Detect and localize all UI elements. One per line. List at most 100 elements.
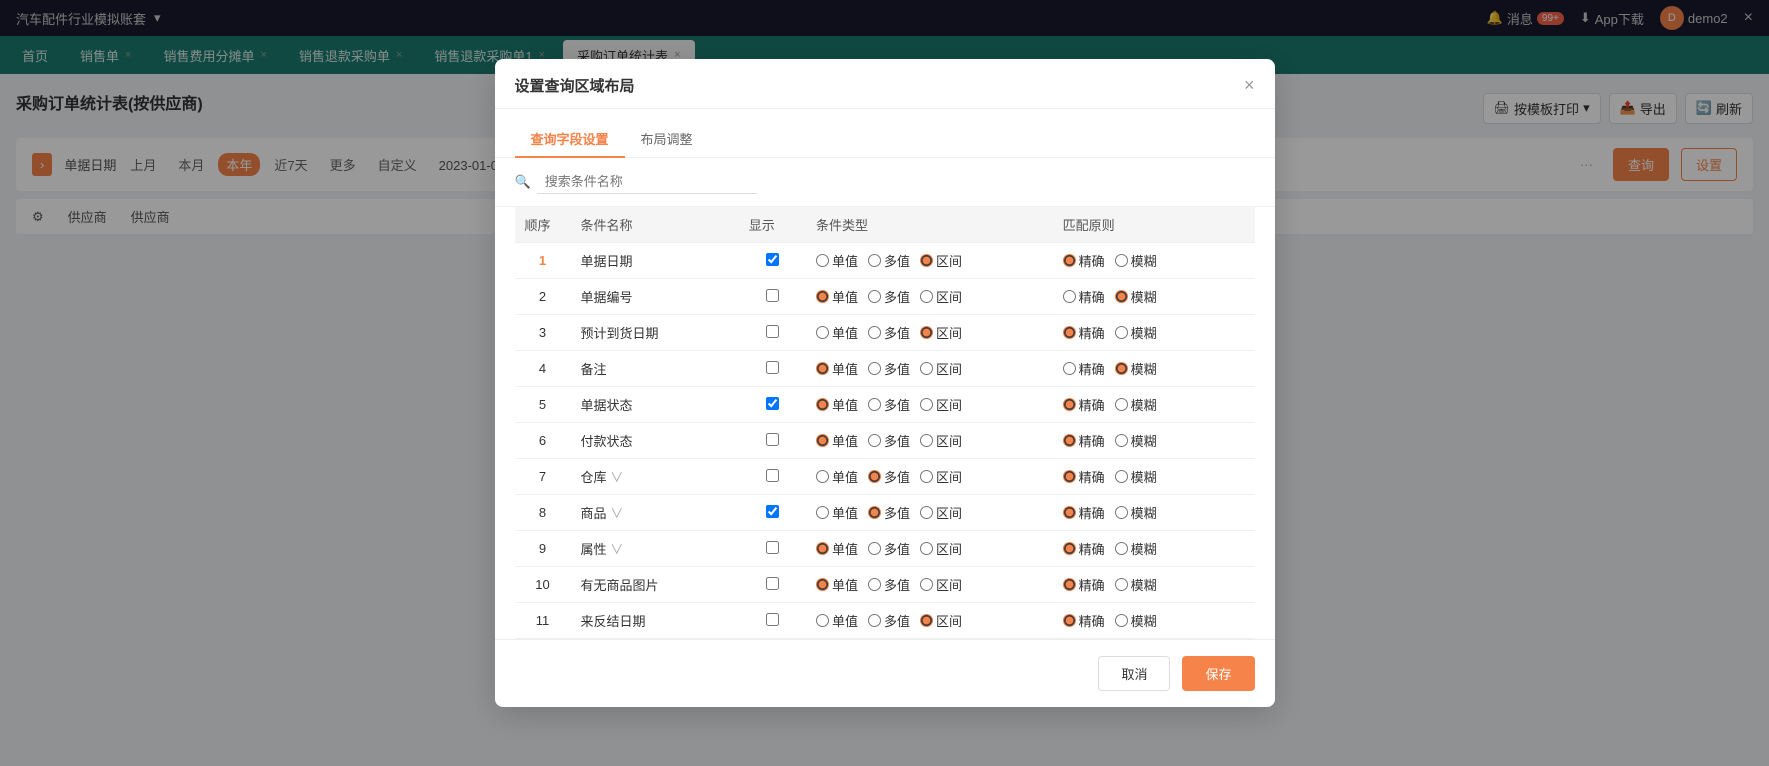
cell-match: 精确模糊 <box>1053 531 1255 567</box>
dialog-close-btn[interactable]: × <box>1244 75 1255 96</box>
radio-type-区间[interactable]: 区间 <box>920 431 962 450</box>
cell-type: 单值多值区间 <box>806 387 1053 423</box>
radio-type-多值[interactable]: 多值 <box>868 467 910 486</box>
show-checkbox[interactable] <box>766 361 779 374</box>
radio-type-多值[interactable]: 多值 <box>868 395 910 414</box>
radio-type-区间[interactable]: 区间 <box>920 503 962 522</box>
radio-type-区间[interactable]: 区间 <box>920 611 962 630</box>
save-btn[interactable]: 保存 <box>1182 656 1254 691</box>
cell-order: 1 <box>515 243 571 279</box>
show-checkbox[interactable] <box>766 289 779 302</box>
cell-type: 单值多值区间 <box>806 243 1053 279</box>
cell-match: 精确模糊 <box>1053 459 1255 495</box>
radio-type-区间[interactable]: 区间 <box>920 251 962 270</box>
cell-type: 单值多值区间 <box>806 567 1053 603</box>
radio-type-多值[interactable]: 多值 <box>868 251 910 270</box>
radio-type-多值[interactable]: 多值 <box>868 323 910 342</box>
cell-name: 单据状态 <box>571 387 739 423</box>
radio-match-精确[interactable]: 精确 <box>1063 431 1105 450</box>
search-input[interactable] <box>537 170 757 194</box>
radio-match-模糊[interactable]: 模糊 <box>1115 323 1157 342</box>
cell-match: 精确模糊 <box>1053 567 1255 603</box>
radio-match-精确[interactable]: 精确 <box>1063 503 1105 522</box>
show-checkbox[interactable] <box>766 253 779 266</box>
radio-match-精确[interactable]: 精确 <box>1063 539 1105 558</box>
radio-type-单值[interactable]: 单值 <box>816 287 858 306</box>
radio-type-多值[interactable]: 多值 <box>868 611 910 630</box>
radio-type-多值[interactable]: 多值 <box>868 431 910 450</box>
cell-type: 单值多值区间 <box>806 423 1053 459</box>
radio-match-精确[interactable]: 精确 <box>1063 611 1105 630</box>
radio-match-精确[interactable]: 精确 <box>1063 251 1105 270</box>
cell-order: 10 <box>515 567 571 603</box>
radio-type-区间[interactable]: 区间 <box>920 575 962 594</box>
cell-type: 单值多值区间 <box>806 531 1053 567</box>
radio-type-区间[interactable]: 区间 <box>920 395 962 414</box>
radio-type-单值[interactable]: 单值 <box>816 467 858 486</box>
radio-type-单值[interactable]: 单值 <box>816 251 858 270</box>
dialog-overlay: 设置查询区域布局 × 查询字段设置 布局调整 🔍 顺序 条件名称 <box>0 0 1769 766</box>
radio-type-多值[interactable]: 多值 <box>868 575 910 594</box>
radio-type-单值[interactable]: 单值 <box>816 503 858 522</box>
show-checkbox[interactable] <box>766 505 779 518</box>
table-row: 1单据日期单值多值区间精确模糊 <box>515 243 1255 279</box>
cancel-btn[interactable]: 取消 <box>1098 656 1170 691</box>
show-checkbox[interactable] <box>766 577 779 590</box>
radio-match-模糊[interactable]: 模糊 <box>1115 431 1157 450</box>
expand-icon[interactable]: ∨ <box>610 470 623 485</box>
cell-show <box>739 459 806 495</box>
radio-match-模糊[interactable]: 模糊 <box>1115 503 1157 522</box>
radio-match-精确[interactable]: 精确 <box>1063 395 1105 414</box>
radio-type-单值[interactable]: 单值 <box>816 431 858 450</box>
radio-type-区间[interactable]: 区间 <box>920 359 962 378</box>
radio-match-模糊[interactable]: 模糊 <box>1115 575 1157 594</box>
show-checkbox[interactable] <box>766 613 779 626</box>
expand-icon[interactable]: ∨ <box>610 542 623 557</box>
table-row: 7仓库 ∨单值多值区间精确模糊 <box>515 459 1255 495</box>
radio-match-模糊[interactable]: 模糊 <box>1115 467 1157 486</box>
radio-type-多值[interactable]: 多值 <box>868 287 910 306</box>
radio-type-区间[interactable]: 区间 <box>920 467 962 486</box>
tab-layout-adjust[interactable]: 布局调整 <box>625 121 709 158</box>
table-row: 4备注单值多值区间精确模糊 <box>515 351 1255 387</box>
expand-icon[interactable]: ∨ <box>610 506 623 521</box>
show-checkbox[interactable] <box>766 397 779 410</box>
th-match: 匹配原则 <box>1053 207 1255 243</box>
cell-name: 单据日期 <box>571 243 739 279</box>
radio-type-单值[interactable]: 单值 <box>816 611 858 630</box>
radio-type-单值[interactable]: 单值 <box>816 539 858 558</box>
radio-type-多值[interactable]: 多值 <box>868 539 910 558</box>
cell-show <box>739 603 806 639</box>
radio-match-精确[interactable]: 精确 <box>1063 467 1105 486</box>
show-checkbox[interactable] <box>766 541 779 554</box>
show-checkbox[interactable] <box>766 433 779 446</box>
radio-match-模糊[interactable]: 模糊 <box>1115 287 1157 306</box>
cell-name: 备注 <box>571 351 739 387</box>
cell-order: 11 <box>515 603 571 639</box>
show-checkbox[interactable] <box>766 325 779 338</box>
radio-match-模糊[interactable]: 模糊 <box>1115 251 1157 270</box>
radio-type-区间[interactable]: 区间 <box>920 323 962 342</box>
table-row: 2单据编号单值多值区间精确模糊 <box>515 279 1255 315</box>
radio-match-模糊[interactable]: 模糊 <box>1115 395 1157 414</box>
radio-match-精确[interactable]: 精确 <box>1063 287 1105 306</box>
radio-type-单值[interactable]: 单值 <box>816 323 858 342</box>
radio-match-精确[interactable]: 精确 <box>1063 323 1105 342</box>
radio-type-区间[interactable]: 区间 <box>920 287 962 306</box>
cell-match: 精确模糊 <box>1053 351 1255 387</box>
radio-match-精确[interactable]: 精确 <box>1063 575 1105 594</box>
radio-type-区间[interactable]: 区间 <box>920 539 962 558</box>
radio-match-模糊[interactable]: 模糊 <box>1115 539 1157 558</box>
cell-show <box>739 279 806 315</box>
tab-query-fields[interactable]: 查询字段设置 <box>515 121 625 158</box>
radio-match-模糊[interactable]: 模糊 <box>1115 359 1157 378</box>
radio-type-多值[interactable]: 多值 <box>868 359 910 378</box>
cell-order: 9 <box>515 531 571 567</box>
radio-type-单值[interactable]: 单值 <box>816 575 858 594</box>
radio-type-多值[interactable]: 多值 <box>868 503 910 522</box>
radio-type-单值[interactable]: 单值 <box>816 395 858 414</box>
show-checkbox[interactable] <box>766 469 779 482</box>
radio-match-精确[interactable]: 精确 <box>1063 359 1105 378</box>
radio-match-模糊[interactable]: 模糊 <box>1115 611 1157 630</box>
radio-type-单值[interactable]: 单值 <box>816 359 858 378</box>
